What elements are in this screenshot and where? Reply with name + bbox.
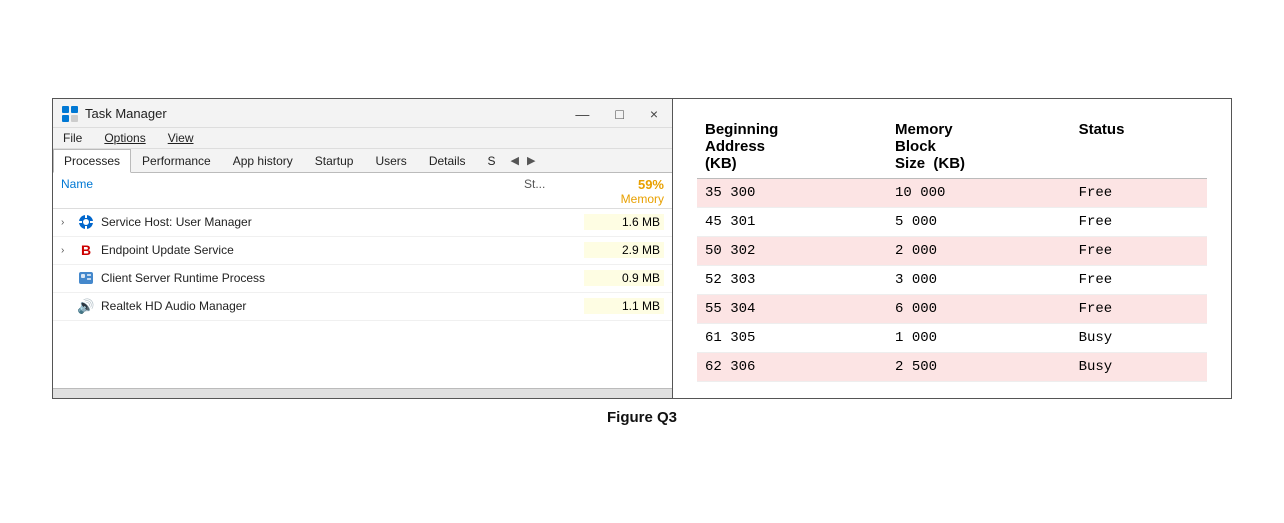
process-mem-2: 2.9 MB <box>584 242 664 258</box>
process-icon-csrp <box>77 269 95 287</box>
process-mem-3: 0.9 MB <box>584 270 664 286</box>
process-list: › Service Host: User Manager 1. <box>53 209 672 388</box>
col-header-status: Status <box>1071 115 1207 179</box>
table-row: 55 3046 000Free <box>697 294 1207 323</box>
expand-arrow-1[interactable]: › <box>61 217 75 228</box>
process-icon-gear <box>77 213 95 231</box>
cell-status-4: Free <box>1071 294 1207 323</box>
cell-address-5: 61 305 <box>697 323 887 352</box>
col-status-header[interactable]: St... <box>524 177 584 206</box>
table-row: 61 3051 000Busy <box>697 323 1207 352</box>
maximize-button[interactable]: □ <box>609 106 629 122</box>
cell-size-4: 6 000 <box>887 294 1071 323</box>
tab-more-left[interactable]: ◀ <box>507 149 523 172</box>
process-name-3: Client Server Runtime Process <box>101 271 524 285</box>
process-mem-1: 1.6 MB <box>584 214 664 230</box>
col-memory-header: 59% Memory <box>584 177 664 206</box>
task-manager-panel: Task Manager — □ × File Options View Pro… <box>53 99 673 398</box>
cell-address-6: 62 306 <box>697 352 887 381</box>
cell-address-4: 55 304 <box>697 294 887 323</box>
cell-status-0: Free <box>1071 178 1207 207</box>
cell-status-5: Busy <box>1071 323 1207 352</box>
expand-arrow-2[interactable]: › <box>61 245 75 256</box>
cell-status-6: Busy <box>1071 352 1207 381</box>
cell-address-2: 50 302 <box>697 236 887 265</box>
memory-percent: 59% <box>638 177 664 192</box>
cell-size-6: 2 500 <box>887 352 1071 381</box>
process-icon-b: B <box>77 241 95 259</box>
tab-s[interactable]: S <box>477 149 507 172</box>
process-name-1: Service Host: User Manager <box>101 215 524 229</box>
table-row: 45 3015 000Free <box>697 207 1207 236</box>
process-name-4: Realtek HD Audio Manager <box>101 299 524 313</box>
col-header-address: BeginningAddress(KB) <box>697 115 887 179</box>
process-row-3[interactable]: Client Server Runtime Process 0.9 MB <box>53 265 672 293</box>
cell-size-0: 10 000 <box>887 178 1071 207</box>
menu-file[interactable]: File <box>61 130 84 146</box>
menubar: File Options View <box>53 128 672 149</box>
title-bar: Task Manager — □ × <box>53 99 672 128</box>
tab-more-right[interactable]: ▶ <box>523 149 539 172</box>
tab-startup[interactable]: Startup <box>304 149 365 172</box>
process-header: Name St... 59% Memory <box>53 173 672 209</box>
tab-app-history[interactable]: App history <box>222 149 304 172</box>
cell-size-2: 2 000 <box>887 236 1071 265</box>
cell-address-1: 45 301 <box>697 207 887 236</box>
process-icon-audio: 🔊 <box>77 297 95 315</box>
tab-details[interactable]: Details <box>418 149 477 172</box>
table-row: 62 3062 500Busy <box>697 352 1207 381</box>
table-row: 35 30010 000Free <box>697 178 1207 207</box>
process-row-4[interactable]: 🔊 Realtek HD Audio Manager 1.1 MB <box>53 293 672 321</box>
process-row-2[interactable]: › B Endpoint Update Service 2.9 MB <box>53 237 672 265</box>
process-row-1[interactable]: › Service Host: User Manager 1. <box>53 209 672 237</box>
memory-label: Memory <box>621 192 664 206</box>
minimize-button[interactable]: — <box>569 106 595 122</box>
title-left: Task Manager <box>61 105 167 123</box>
cell-status-1: Free <box>1071 207 1207 236</box>
cell-size-3: 3 000 <box>887 265 1071 294</box>
main-content: Task Manager — □ × File Options View Pro… <box>52 98 1232 399</box>
process-name-2: Endpoint Update Service <box>101 243 524 257</box>
title-controls: — □ × <box>569 106 664 122</box>
process-mem-4: 1.1 MB <box>584 298 664 314</box>
tab-bar: Processes Performance App history Startu… <box>53 149 672 173</box>
cell-status-2: Free <box>1071 236 1207 265</box>
menu-view[interactable]: View <box>166 130 196 146</box>
cell-status-3: Free <box>1071 265 1207 294</box>
close-button[interactable]: × <box>644 106 664 122</box>
bottom-scrollbar[interactable] <box>53 388 672 398</box>
tab-performance[interactable]: Performance <box>131 149 222 172</box>
cell-size-1: 5 000 <box>887 207 1071 236</box>
table-row: 50 3022 000Free <box>697 236 1207 265</box>
memory-table-body: 35 30010 000Free45 3015 000Free50 3022 0… <box>697 178 1207 381</box>
task-manager-icon <box>61 105 79 123</box>
outer-container: Task Manager — □ × File Options View Pro… <box>42 88 1242 436</box>
col-header-size: MemoryBlockSize (KB) <box>887 115 1071 179</box>
cell-address-3: 52 303 <box>697 265 887 294</box>
menu-options[interactable]: Options <box>102 130 147 146</box>
figure-caption: Figure Q3 <box>607 409 677 426</box>
tab-users[interactable]: Users <box>364 149 417 172</box>
table-header-row: BeginningAddress(KB) MemoryBlockSize (KB… <box>697 115 1207 179</box>
memory-table-section: BeginningAddress(KB) MemoryBlockSize (KB… <box>673 99 1231 398</box>
col-name-header[interactable]: Name <box>61 177 524 206</box>
cell-address-0: 35 300 <box>697 178 887 207</box>
memory-table: BeginningAddress(KB) MemoryBlockSize (KB… <box>697 115 1207 382</box>
table-row: 52 3033 000Free <box>697 265 1207 294</box>
tab-processes[interactable]: Processes <box>53 149 131 173</box>
cell-size-5: 1 000 <box>887 323 1071 352</box>
title-text: Task Manager <box>85 106 167 121</box>
